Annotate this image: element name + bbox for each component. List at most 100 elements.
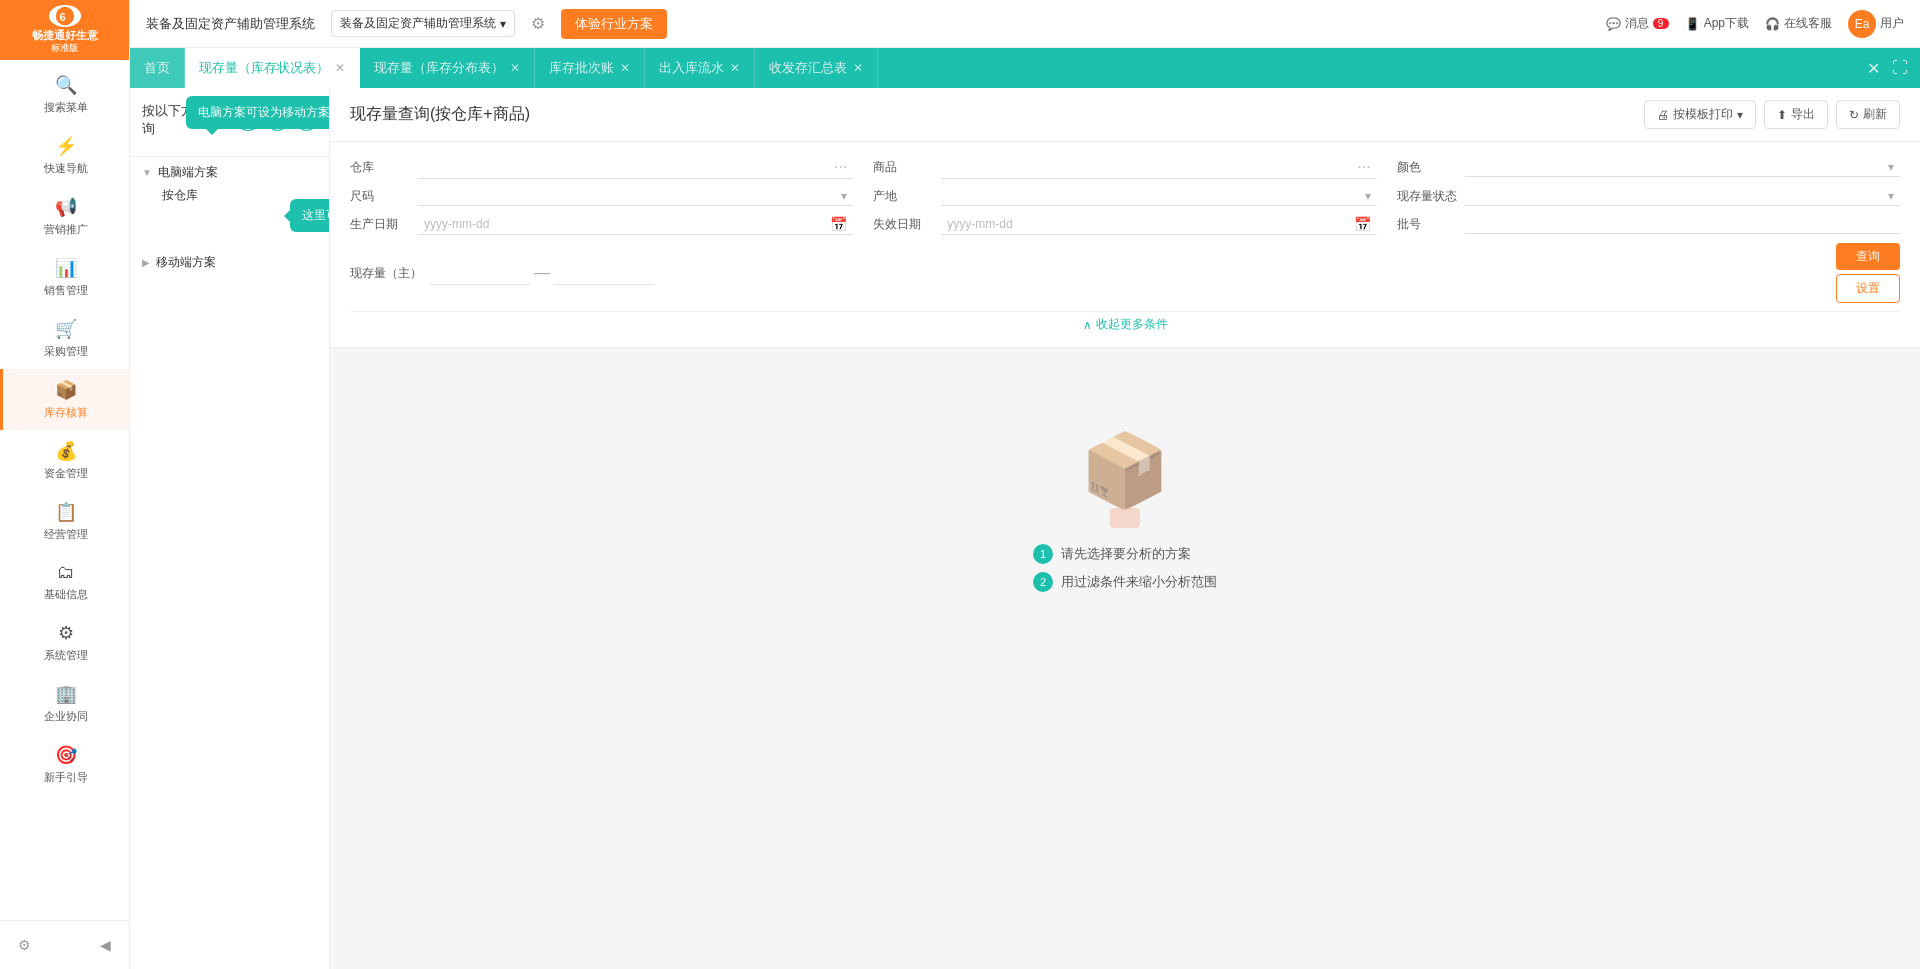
sidebar-item-operations[interactable]: 📋 经营管理 [0,491,129,552]
filter-prod-date: 生产日期 📅 [350,214,853,235]
schema-row-mobile[interactable]: ▶ 移动端方案 [130,251,329,274]
filter-expire-date-input[interactable] [947,217,1353,231]
step-2-num: 2 [1033,572,1053,592]
tab-receive-summary-close[interactable]: ✕ [853,61,863,75]
sidebar-item-inventory[interactable]: 📦 库存核算 [0,369,129,430]
filter-size-input[interactable] [424,189,837,203]
desktop-toggle-icon[interactable]: ▼ [142,167,152,178]
tab-receive-summary[interactable]: 收发存汇总表 ✕ [755,48,878,88]
sidebar-item-marketing[interactable]: 📢 营销推广 [0,186,129,247]
logo-text: 畅捷通好生意 [32,29,98,42]
settings-icon-btn[interactable]: ⚙ [10,931,38,959]
filter-origin-input[interactable] [947,189,1360,203]
sidebar-item-quick-nav[interactable]: ⚡ 快速导航 [0,125,129,186]
filter-batch-no-input-wrap [1465,215,1900,234]
sidebar-item-search[interactable]: 🔍 搜索菜单 [0,64,129,125]
filter-grid-row1: 仓库 ··· 商品 ··· [350,156,1900,179]
filter-prod-date-input[interactable] [424,217,830,231]
sidebar-item-guide[interactable]: 🎯 新手引导 [0,734,129,795]
fullscreen-btn[interactable]: ⛶ [1888,55,1912,81]
search-btn[interactable]: 查询 [1836,243,1900,270]
system-name: 装备及固定资产辅助管理系统 [146,15,315,33]
filter-goods-dots-icon[interactable]: ··· [1357,158,1370,176]
settings-gear-icon[interactable]: ⚙ [531,14,545,33]
purchase-icon: 🛒 [55,318,77,340]
finance-icon: 💰 [55,440,77,462]
tab-batch-ledger[interactable]: 库存批次账 ✕ [535,48,645,88]
filter-grid-row2: 尺码 ▾ 产地 ▾ [350,187,1900,206]
quick-nav-icon: ⚡ [55,135,77,157]
system-select[interactable]: 装备及固定资产辅助管理系统 ▾ [331,10,515,37]
support-btn[interactable]: 🎧 在线客服 [1765,15,1832,32]
empty-step-2: 2 用过滤条件来缩小分析范围 [1033,572,1217,592]
sidebar-item-base[interactable]: 🗂 基础信息 [0,552,129,612]
tab-batch-ledger-close[interactable]: ✕ [620,61,630,75]
filter-warehouse-input[interactable] [424,160,830,174]
filter-stock-qty-min[interactable] [430,262,530,285]
filter-color-label: 颜色 [1397,159,1457,176]
filter-origin-dropdown-icon[interactable]: ▾ [1365,189,1371,203]
tab-inventory-dist-close[interactable]: ✕ [510,61,520,75]
filter-prod-date-calendar-icon[interactable]: 📅 [830,216,847,232]
sidebar: 6 畅捷通好生意 标准版 🔍 搜索菜单 ⚡ 快速导航 📢 营销推广 📊 销售管理… [0,0,130,969]
sidebar-item-sales[interactable]: 📊 销售管理 [0,247,129,308]
message-btn[interactable]: 💬 消息 9 [1606,15,1669,32]
logo-badge: 标准版 [51,42,78,55]
sidebar-item-purchase[interactable]: 🛒 采购管理 [0,308,129,369]
sidebar-item-system[interactable]: ⚙ 系统管理 [0,612,129,673]
filter-stock-status-dropdown-icon[interactable]: ▾ [1888,189,1894,203]
filter-stock-qty-max[interactable] [554,262,654,285]
close-all-tabs-btn[interactable]: ✕ [1863,55,1884,82]
filter-warehouse-input-wrap: ··· [418,156,853,179]
tooltip-create-hint-text: 这里可以创建和修改方案哦 [302,207,330,224]
phone-icon: 📱 [1685,17,1700,31]
filter-warehouse-dots-icon[interactable]: ··· [834,158,847,176]
filter-stock-status-input[interactable] [1471,189,1884,203]
user-menu[interactable]: Ea 用户 [1848,10,1904,38]
tab-right-btns: ✕ ⛶ [1863,55,1920,82]
sidebar-item-label-purchase: 采购管理 [44,344,88,359]
filter-grid-row3: 生产日期 📅 失效日期 📅 [350,214,1900,235]
mobile-toggle-icon[interactable]: ▶ [142,257,150,268]
guide-icon: 🎯 [55,744,77,766]
chevron-down-print-icon: ▾ [1737,108,1743,122]
export-btn[interactable]: ⬆ 导出 [1764,100,1828,129]
tab-inout-flow-close[interactable]: ✕ [730,61,740,75]
tab-inout-flow[interactable]: 出入库流水 ✕ [645,48,755,88]
filter-goods-input[interactable] [947,160,1353,174]
content-body: 按以下方案查询 + ✎ ← 电脑方案可设为移动方案哦 ✕ [130,88,1920,969]
sidebar-item-finance[interactable]: 💰 资金管理 [0,430,129,491]
collapse-sidebar-btn[interactable]: ◀ [91,931,119,959]
app-download-btn[interactable]: 📱 App下载 [1685,15,1749,32]
sidebar-item-enterprise[interactable]: 🏢 企业协同 [0,673,129,734]
chevron-down-icon: ▾ [500,17,506,31]
refresh-label: 刷新 [1863,106,1887,123]
empty-step-1: 1 请先选择要分析的方案 [1033,544,1217,564]
filter-batch-no-input[interactable] [1471,217,1894,231]
filter-goods-input-wrap: ··· [941,156,1376,179]
print-label: 按模板打印 [1673,106,1733,123]
tab-inventory-status[interactable]: 现存量（库存状况表） ✕ [185,48,360,88]
tab-inventory-status-close[interactable]: ✕ [335,61,345,75]
print-btn[interactable]: 🖨 按模板打印 ▾ [1644,100,1756,129]
filter-stock-status-input-wrap: ▾ [1465,187,1900,206]
tab-receive-summary-label: 收发存汇总表 [769,59,847,77]
filter-color-input[interactable] [1471,160,1884,174]
reset-btn[interactable]: 设置 [1836,274,1900,303]
schema-tree: ▼ 电脑端方案 按仓库 这里可以创建和修改方案哦 ✕ ▶ 移动端方案 [130,157,329,278]
empty-steps: 1 请先选择要分析的方案 2 用过滤条件来缩小分析范围 [1033,544,1217,592]
filter-size-input-wrap: ▾ [418,187,853,206]
filter-size-dropdown-icon[interactable]: ▾ [841,189,847,203]
tooltip-schema-hint-text: 电脑方案可设为移动方案哦 [198,104,330,121]
filter-color-dropdown-icon[interactable]: ▾ [1888,160,1894,174]
filter-stock-qty-label: 现存量（主） [350,265,422,282]
tab-inventory-dist[interactable]: 现存量（库存分布表） ✕ [360,48,535,88]
user-label: 用户 [1880,15,1904,32]
tab-home[interactable]: 首页 [130,48,185,88]
schema-row-desktop[interactable]: ▼ 电脑端方案 [130,161,329,184]
refresh-btn[interactable]: ↻ 刷新 [1836,100,1900,129]
filter-goods-label: 商品 [873,159,933,176]
collapse-filter-btn[interactable]: ∧ 收起更多条件 [1083,316,1168,333]
filter-expire-date-calendar-icon[interactable]: 📅 [1354,216,1371,232]
industry-btn[interactable]: 体验行业方案 [561,9,667,39]
